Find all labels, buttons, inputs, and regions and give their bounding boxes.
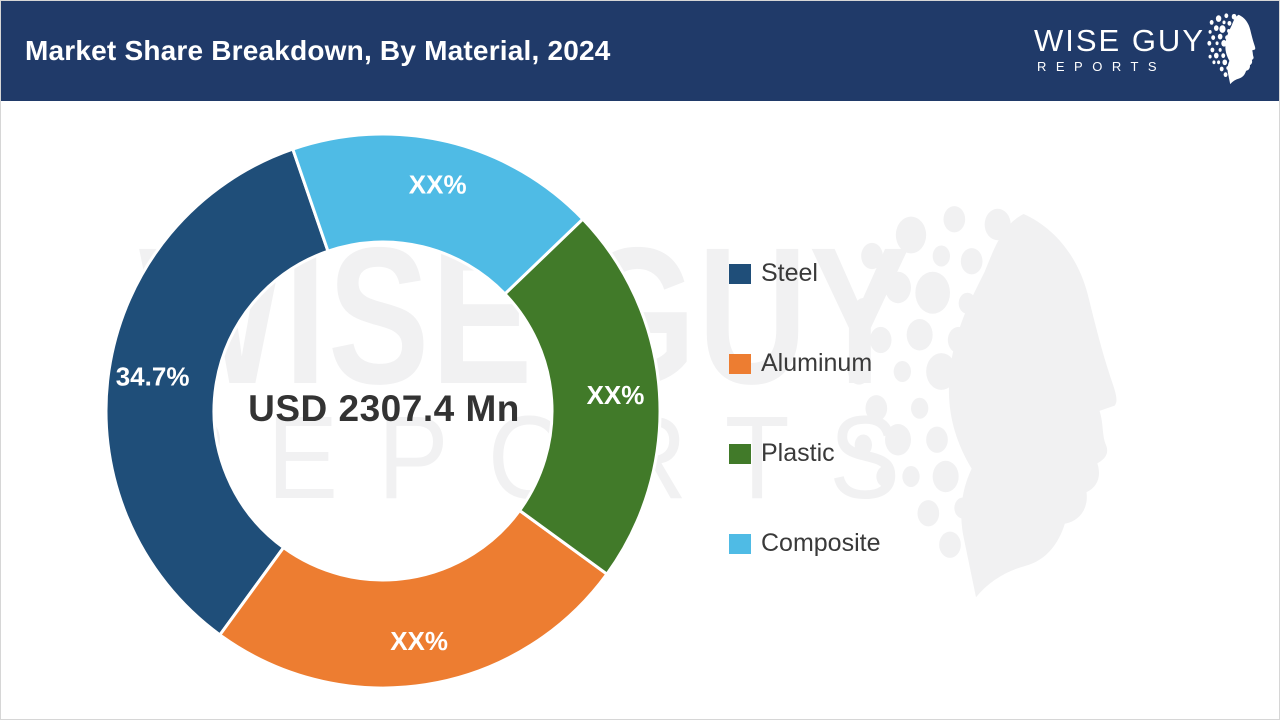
legend-label: Steel <box>761 259 818 287</box>
chart-center-value: USD 2307.4 Mn <box>248 388 520 429</box>
brand-subtitle: REPORTS <box>1036 59 1167 75</box>
legend-item-composite: Composite <box>729 530 881 557</box>
donut-segment-aluminum <box>217 508 609 690</box>
legend-item-aluminum: Aluminum <box>729 350 881 377</box>
brand-logo-text: WISE GUY REPORTS <box>1033 22 1205 75</box>
legend-item-plastic: Plastic <box>729 440 881 467</box>
slice-label-aluminum: XX% <box>390 626 448 656</box>
legend-swatch-composite <box>729 533 751 554</box>
legend-swatch-plastic <box>729 443 751 464</box>
legend-swatch-aluminum <box>729 353 751 374</box>
header-bar: Market Share Breakdown, By Material, 202… <box>1 1 1279 101</box>
slice-label-steel: 34.7% <box>116 361 190 391</box>
watermark-face-icon <box>848 206 1117 598</box>
chart-legend: Steel Aluminum Plastic Composite <box>729 260 881 620</box>
brand-face-icon <box>1207 13 1256 85</box>
brand-logo: WISE GUY REPORTS <box>1034 11 1265 87</box>
brand-name: WISE GUY <box>1033 22 1205 58</box>
legend-label: Composite <box>761 529 881 557</box>
slice-label-plastic: XX% <box>587 380 645 410</box>
legend-swatch-steel <box>729 263 751 284</box>
legend-label: Aluminum <box>761 349 873 377</box>
page-title: Market Share Breakdown, By Material, 202… <box>25 35 611 66</box>
infographic-page: Market Share Breakdown, By Material, 202… <box>0 0 1280 720</box>
legend-item-steel: Steel <box>729 260 881 287</box>
legend-label: Plastic <box>761 439 835 467</box>
slice-label-composite: XX% <box>409 170 467 200</box>
